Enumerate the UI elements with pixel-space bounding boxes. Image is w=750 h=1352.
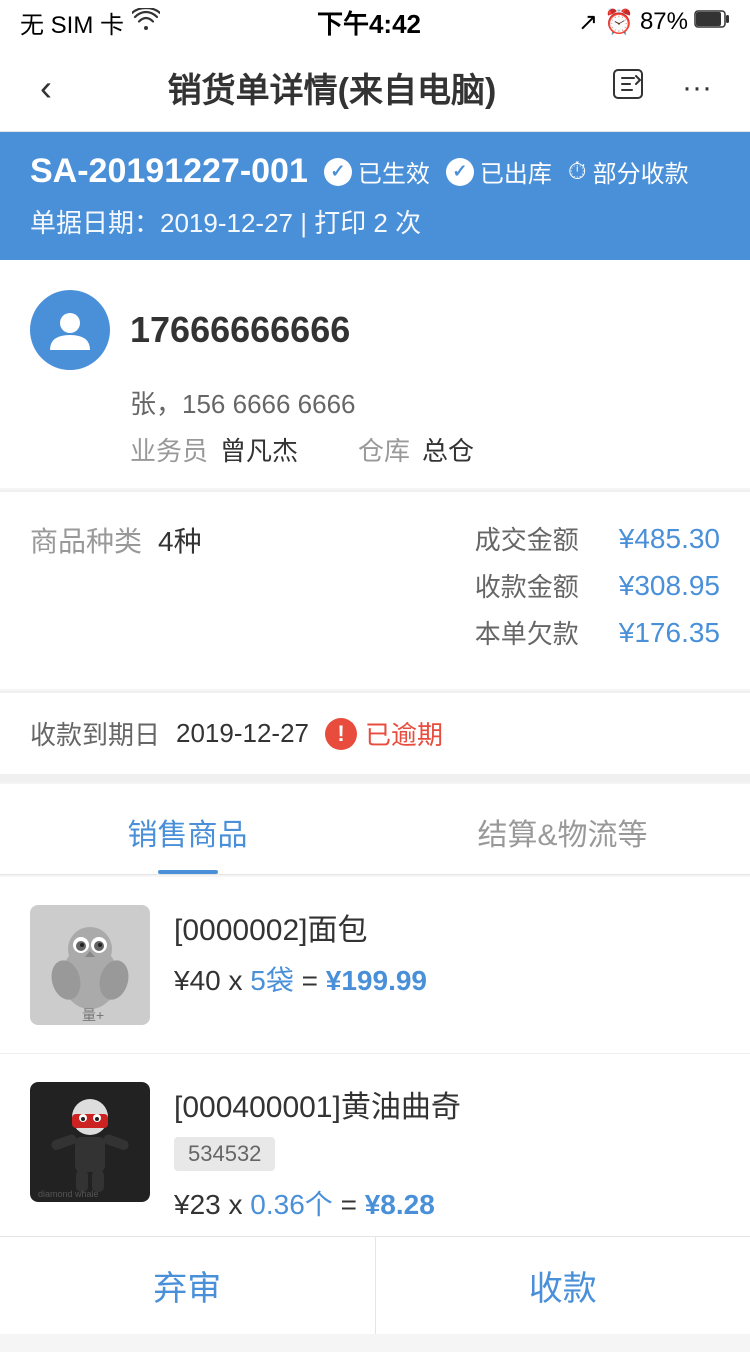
- bottom-bar: 弃审 收款: [0, 1236, 750, 1334]
- received-value: ¥308.95: [619, 570, 720, 602]
- warehouse-label: 仓库: [358, 431, 410, 468]
- product-qty-2: 0.36个: [250, 1189, 333, 1220]
- cancel-audit-button[interactable]: 弃审: [0, 1237, 376, 1334]
- wifi-icon: [132, 8, 160, 37]
- tab-products-label: 销售商品: [128, 819, 248, 852]
- back-button[interactable]: ‹: [30, 57, 62, 119]
- types-value: 4种: [158, 520, 202, 560]
- summary-section: 商品种类 4种 成交金额 ¥485.30 收款金额 ¥308.95 本单欠款 ¥…: [0, 492, 750, 689]
- product-types-row: 商品种类 4种: [30, 520, 202, 560]
- alarm-icon: ⏰: [604, 8, 634, 37]
- product-details-2: [000400001]黄油曲奇 534532 ¥23 x 0.36个 = ¥8.…: [174, 1082, 720, 1223]
- more-button[interactable]: ···: [674, 63, 720, 113]
- tab-products[interactable]: 销售商品: [0, 784, 375, 874]
- staff-value: 曾凡杰: [220, 431, 298, 468]
- check-icon-2: ✓: [446, 158, 474, 186]
- product-item-1: 量+ [0000002]面包 ¥40 x 5袋 = ¥199.99: [0, 877, 750, 1054]
- amount-value: ¥485.30: [619, 523, 720, 555]
- product-total-1: ¥199.99: [326, 965, 427, 996]
- nav-actions: ···: [602, 58, 720, 118]
- types-label: 商品种类: [30, 520, 142, 560]
- amount-label: 成交金额: [475, 520, 579, 557]
- due-date-label: 收款到期日: [30, 715, 160, 752]
- overdue-text: 已逾期: [365, 715, 443, 752]
- status-effective: ✓ 已生效: [324, 154, 430, 189]
- sim-label: 无 SIM 卡: [20, 5, 124, 40]
- received-row: 收款金额 ¥308.95: [475, 567, 720, 604]
- battery-level: 87%: [640, 8, 688, 36]
- amount-row: 成交金额 ¥485.30: [475, 520, 720, 557]
- tab-settlement-label: 结算&物流等: [477, 819, 647, 852]
- warehouse-value: 总仓: [422, 431, 474, 468]
- staff-item: 业务员 曾凡杰: [130, 431, 298, 468]
- customer-name-phone: 张，156 6666 6666: [30, 384, 720, 421]
- customer-avatar: [30, 290, 110, 370]
- status-right: ↗ ⏰ 87%: [578, 8, 730, 37]
- svg-text:diamond whale: diamond whale: [38, 1189, 99, 1199]
- product-name-1: [0000002]面包: [174, 905, 720, 949]
- overdue-badge: ! 已逾期: [325, 715, 443, 752]
- page-title: 销货单详情(来自电脑): [168, 63, 497, 112]
- cancel-audit-label: 弃审: [153, 1261, 221, 1310]
- collect-payment-label: 收款: [529, 1261, 597, 1310]
- share-button[interactable]: [602, 58, 654, 118]
- status-partial: ⏱ 部分收款: [568, 154, 689, 189]
- tabs-bar: 销售商品 结算&物流等: [0, 784, 750, 875]
- due-date-section: 收款到期日 2019-12-27 ! 已逾期: [0, 693, 750, 782]
- owed-value: ¥176.35: [619, 617, 720, 649]
- nav-bar: ‹ 销货单详情(来自电脑) ···: [0, 44, 750, 132]
- status-shipped: ✓ 已出库: [446, 154, 552, 189]
- product-price-2: ¥23: [174, 1189, 221, 1220]
- product-item-2: diamond whale [000400001]黄油曲奇 534532 ¥23…: [0, 1054, 750, 1252]
- overdue-icon: !: [325, 718, 357, 750]
- status-left: 无 SIM 卡: [20, 5, 160, 40]
- product-price-line-2: ¥23 x 0.36个 = ¥8.28: [174, 1183, 720, 1223]
- status-shipped-label: 已出库: [480, 154, 552, 189]
- location-icon: ↗: [578, 8, 598, 37]
- svg-text:量+: 量+: [82, 1007, 104, 1023]
- clock-icon: ⏱: [568, 158, 587, 186]
- check-icon-1: ✓: [324, 158, 352, 186]
- owed-row: 本单欠款 ¥176.35: [475, 614, 720, 651]
- status-partial-label: 部分收款: [593, 154, 689, 189]
- order-header: SA-20191227-001 ✓ 已生效 ✓ 已出库 ⏱ 部分收款 单据日期：…: [0, 132, 750, 260]
- product-qty-1: 5袋: [250, 965, 294, 996]
- summary-right: 成交金额 ¥485.30 收款金额 ¥308.95 本单欠款 ¥176.35: [475, 520, 720, 661]
- status-bar: 无 SIM 卡 下午4:42 ↗ ⏰ 87%: [0, 0, 750, 44]
- product-image-1: 量+: [30, 905, 150, 1025]
- status-effective-label: 已生效: [358, 154, 430, 189]
- product-sku-2: 534532: [174, 1137, 275, 1171]
- product-total-2: ¥8.28: [365, 1189, 435, 1220]
- order-date-line: 单据日期：2019-12-27 | 打印 2 次: [30, 203, 720, 240]
- product-name-2: [000400001]黄油曲奇: [174, 1082, 720, 1126]
- warehouse-item: 仓库 总仓: [358, 431, 474, 468]
- product-price-1: ¥40: [174, 965, 221, 996]
- collect-payment-button[interactable]: 收款: [376, 1237, 750, 1334]
- customer-section: 17666666666 张，156 6666 6666 业务员 曾凡杰 仓库 总…: [0, 260, 750, 488]
- customer-staff-row: 业务员 曾凡杰 仓库 总仓: [30, 431, 720, 468]
- tab-settlement[interactable]: 结算&物流等: [375, 784, 750, 874]
- order-id: SA-20191227-001: [30, 152, 308, 191]
- due-date-value: 2019-12-27: [176, 718, 309, 749]
- owed-label: 本单欠款: [475, 614, 579, 651]
- staff-label: 业务员: [130, 431, 208, 468]
- status-time: 下午4:42: [317, 4, 421, 41]
- customer-phone: 17666666666: [130, 309, 350, 351]
- product-price-line-1: ¥40 x 5袋 = ¥199.99: [174, 959, 720, 999]
- product-image-2: diamond whale: [30, 1082, 150, 1202]
- received-label: 收款金额: [475, 567, 579, 604]
- product-details-1: [0000002]面包 ¥40 x 5袋 = ¥199.99: [174, 905, 720, 999]
- products-section: 量+ [0000002]面包 ¥40 x 5袋 = ¥199.99: [0, 877, 750, 1252]
- summary-left: 商品种类 4种: [30, 520, 202, 560]
- battery-icon: [694, 8, 730, 36]
